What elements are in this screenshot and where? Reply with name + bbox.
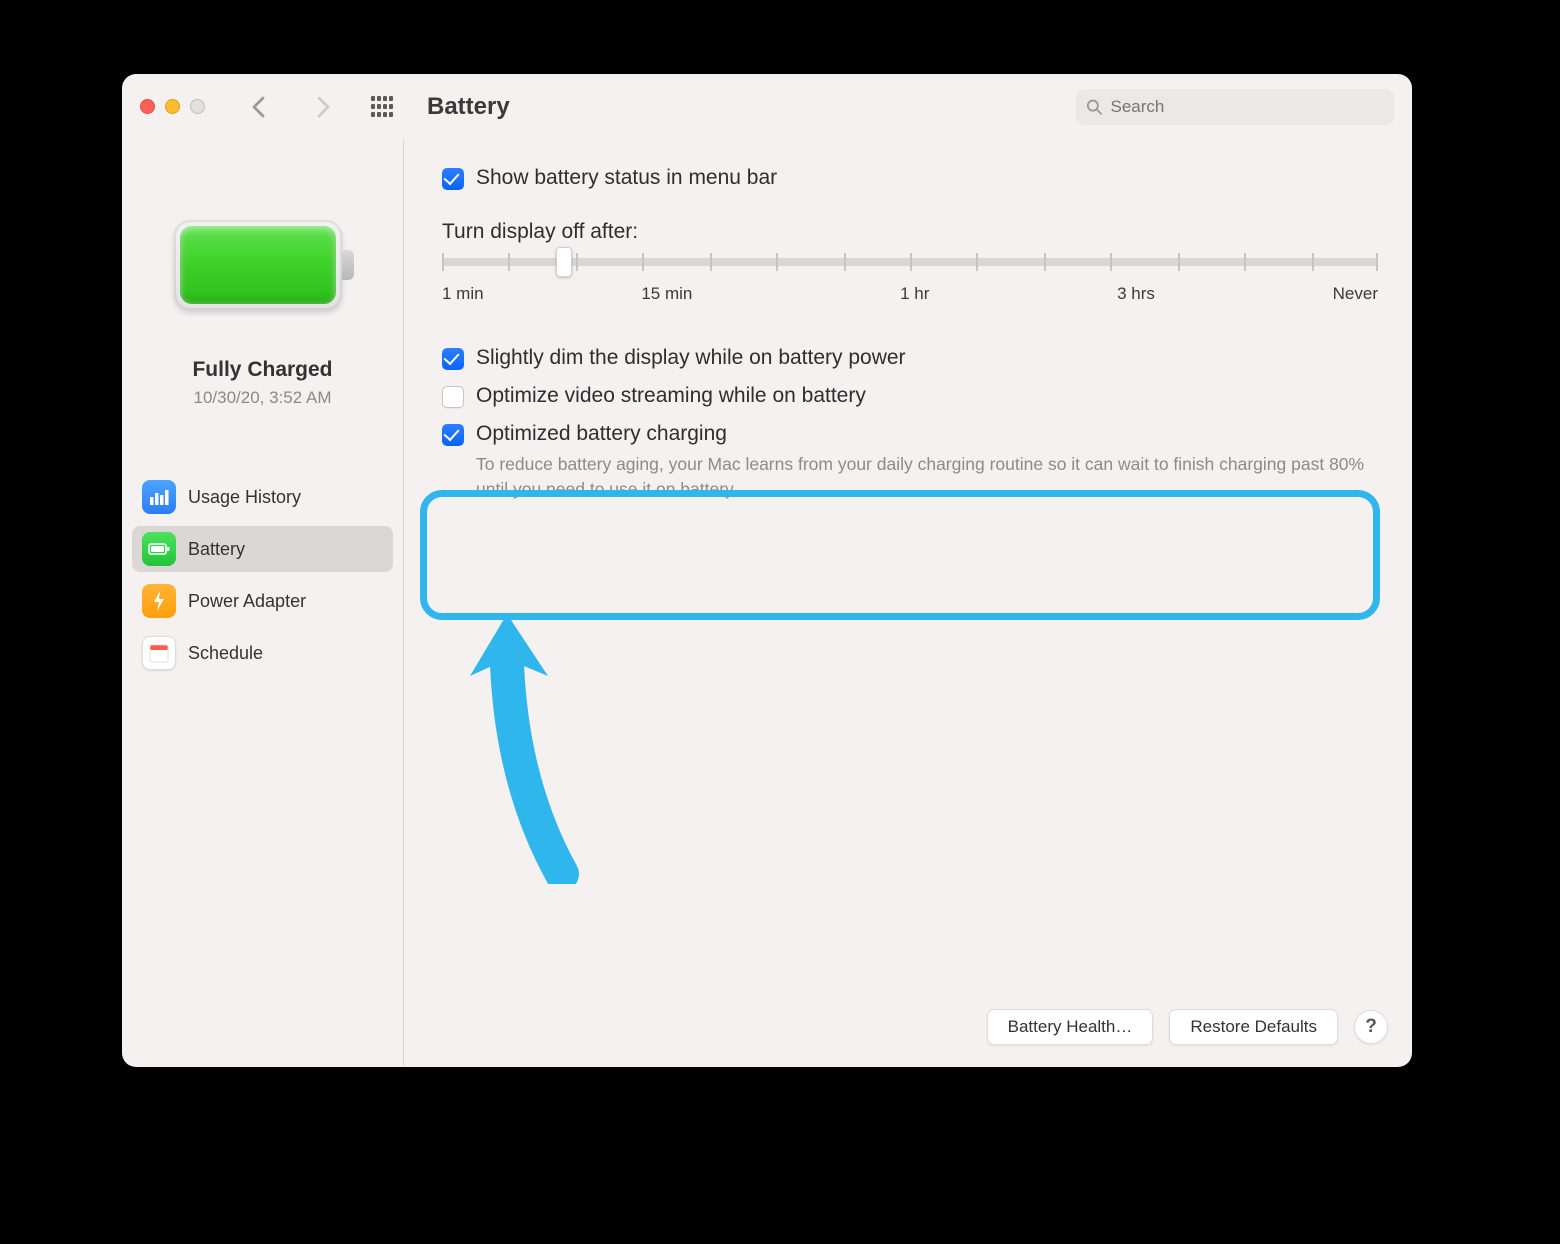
sidebar: Fully Charged 10/30/20, 3:52 AM Usage Hi…	[122, 140, 404, 1067]
battery-status-date: 10/30/20, 3:52 AM	[122, 388, 403, 408]
slider-labels: 1 min 15 min 1 hr 3 hrs Never	[442, 284, 1378, 304]
restore-defaults-button[interactable]: Restore Defaults	[1169, 1009, 1338, 1045]
battery-preferences-window: Battery Fully Charged 10/30/20, 3:52 AM …	[122, 74, 1412, 1067]
battery-health-button[interactable]: Battery Health…	[987, 1009, 1154, 1045]
annotation-highlight-box	[420, 490, 1380, 620]
dim-display-row: Slightly dim the display while on batter…	[442, 346, 1378, 370]
main-panel: Show battery status in menu bar Turn dis…	[404, 140, 1412, 1067]
slider-title: Turn display off after:	[442, 220, 1378, 244]
sidebar-list: Usage History Battery Power Adapter	[122, 474, 403, 682]
display-off-slider-section: Turn display off after:	[442, 220, 1378, 304]
optimized-charging-text: Optimized battery charging To reduce bat…	[476, 422, 1378, 503]
close-window-button[interactable]	[140, 99, 155, 114]
slider-label: 1 min	[442, 284, 484, 304]
sidebar-item-usage-history[interactable]: Usage History	[132, 474, 393, 520]
slider-label: 15 min	[641, 284, 692, 304]
optimize-video-label: Optimize video streaming while on batter…	[476, 384, 866, 408]
optimized-charging-row: Optimized battery charging To reduce bat…	[442, 422, 1378, 503]
slider-thumb[interactable]	[556, 247, 572, 277]
optimize-video-row: Optimize video streaming while on batter…	[442, 384, 1378, 408]
sidebar-item-power-adapter[interactable]: Power Adapter	[132, 578, 393, 624]
zoom-window-button[interactable]	[190, 99, 205, 114]
sidebar-item-label: Power Adapter	[188, 591, 306, 612]
dim-display-label: Slightly dim the display while on batter…	[476, 346, 906, 370]
battery-icon	[142, 532, 176, 566]
sidebar-item-battery[interactable]: Battery	[132, 526, 393, 572]
battery-status-icon	[174, 220, 352, 310]
help-button[interactable]: ?	[1354, 1010, 1388, 1044]
footer: Battery Health… Restore Defaults ?	[428, 1009, 1388, 1045]
optimize-video-checkbox[interactable]	[442, 386, 464, 408]
titlebar: Battery	[122, 74, 1412, 140]
search-icon	[1086, 98, 1103, 116]
slider-label: 1 hr	[900, 284, 929, 304]
show-status-label: Show battery status in menu bar	[476, 166, 777, 190]
annotation-arrow-icon	[452, 604, 592, 884]
search-input[interactable]	[1111, 97, 1384, 117]
slider-label: 3 hrs	[1117, 284, 1155, 304]
display-off-slider[interactable]	[442, 258, 1378, 266]
window-controls	[140, 99, 205, 114]
optimized-charging-description: To reduce battery aging, your Mac learns…	[476, 452, 1378, 503]
window-title: Battery	[427, 93, 510, 121]
back-button[interactable]	[245, 90, 271, 124]
power-adapter-icon	[142, 584, 176, 618]
optimized-charging-checkbox[interactable]	[442, 424, 464, 446]
show-status-row: Show battery status in menu bar	[442, 166, 1378, 190]
optimized-charging-label: Optimized battery charging	[476, 422, 1378, 446]
battery-status-label: Fully Charged	[122, 358, 403, 382]
search-field[interactable]	[1076, 89, 1394, 125]
content: Fully Charged 10/30/20, 3:52 AM Usage Hi…	[122, 140, 1412, 1067]
slider-label: Never	[1333, 284, 1378, 304]
sidebar-item-schedule[interactable]: Schedule	[132, 630, 393, 676]
sidebar-item-label: Usage History	[188, 487, 301, 508]
schedule-icon	[142, 636, 176, 670]
usage-history-icon	[142, 480, 176, 514]
sidebar-item-label: Battery	[188, 539, 245, 560]
forward-button[interactable]	[311, 90, 337, 124]
dim-display-checkbox[interactable]	[442, 348, 464, 370]
show-status-checkbox[interactable]	[442, 168, 464, 190]
minimize-window-button[interactable]	[165, 99, 180, 114]
show-all-icon[interactable]	[371, 96, 393, 118]
sidebar-item-label: Schedule	[188, 643, 263, 664]
